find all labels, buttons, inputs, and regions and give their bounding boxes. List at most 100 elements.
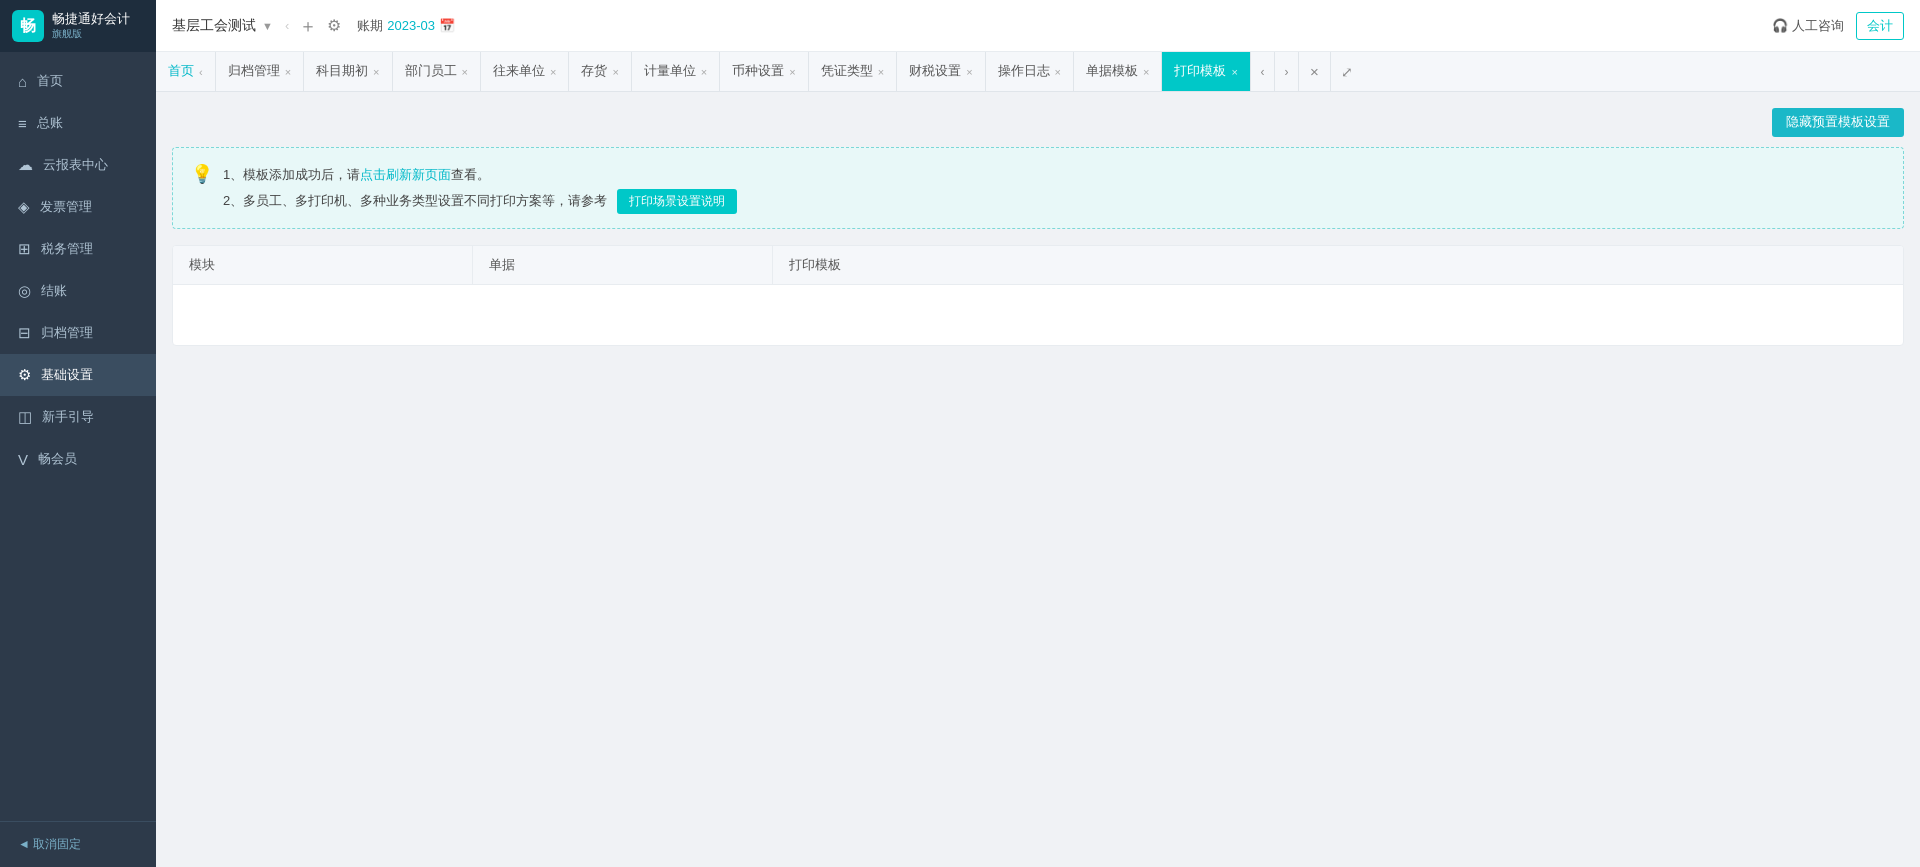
sidebar-item-label: 首页 [37,72,63,90]
tab-tax-set[interactable]: 财税设置 × [897,52,985,92]
col-document: 单据 [473,246,773,284]
tab-label: 币种设置 [732,63,784,80]
close-tab-inventory[interactable]: × [612,66,618,78]
tab-label: 归档管理 [228,63,280,80]
tab-label: 财税设置 [909,63,961,80]
col-print-template: 打印模板 [773,246,1903,284]
nav-back-icon: ‹ [285,18,289,33]
tab-currency[interactable]: 币种设置 × [720,52,808,92]
home-icon: ⌂ [18,73,27,90]
sidebar-item-invoice[interactable]: ◈ 发票管理 [0,186,156,228]
unpin-button[interactable]: ◄ 取消固定 [0,821,156,867]
add-tab-icon[interactable]: ＋ [299,14,317,38]
info-line2: 2、多员工、多打印机、多种业务类型设置不同打印方案等，请参考 打印场景设置说明 [223,188,737,214]
sidebar-nav: ⌂ 首页 ≡ 总账 ☁ 云报表中心 ◈ 发票管理 ⊞ 税务管理 ◎ 结账 ⊟ 归… [0,52,156,821]
sidebar-item-tax[interactable]: ⊞ 税务管理 [0,228,156,270]
app-edition: 旗舰版 [52,27,130,41]
sidebar-item-reports[interactable]: ☁ 云报表中心 [0,144,156,186]
tab-voucher[interactable]: 凭证类型 × [809,52,897,92]
sidebar-item-label: 云报表中心 [43,156,108,174]
service-label: 人工咨询 [1792,17,1844,35]
calendar-icon[interactable]: 📅 [439,18,455,33]
sidebar-item-label: 归档管理 [41,324,93,342]
table-body [173,285,1903,345]
tab-prev-button[interactable]: ‹ [1251,52,1275,92]
tab-label: 凭证类型 [821,63,873,80]
settings-gear-icon[interactable]: ⚙ [327,16,341,35]
close-tab-currency[interactable]: × [789,66,795,78]
archive-icon: ⊟ [18,324,31,342]
action-bar: 隐藏预置模板设置 [172,108,1904,137]
close-tab-tax[interactable]: × [966,66,972,78]
close-tab-dept[interactable]: × [462,66,468,78]
top-bar-actions: ‹ ＋ ⚙ [285,14,341,38]
main-content: 基层工会测试 ▼ ‹ ＋ ⚙ 账期 2023-03 📅 🎧 人工咨询 会计 首页… [156,0,1920,867]
tax-icon: ⊞ [18,240,31,258]
page-content: 隐藏预置模板设置 💡 1、模板添加成功后，请点击刷新新页面查看。 2、多员工、多… [156,92,1920,867]
sidebar-item-archive[interactable]: ⊟ 归档管理 [0,312,156,354]
sidebar-item-basic[interactable]: ⚙ 基础设置 [0,354,156,396]
sidebar-item-label: 基础设置 [41,366,93,384]
member-icon: V [18,451,28,468]
close-tab-unit[interactable]: × [701,66,707,78]
top-right-actions: 🎧 人工咨询 会计 [1772,12,1904,40]
tab-archive[interactable]: 归档管理 × [216,52,304,92]
nav-prev-icon[interactable]: ‹ [199,66,203,78]
sidebar-item-member[interactable]: V 畅会员 [0,438,156,480]
close-tab-archive[interactable]: × [285,66,291,78]
print-scene-button[interactable]: 打印场景设置说明 [617,189,737,214]
logo: 畅 畅捷通好会计 旗舰版 [0,0,156,52]
settings-icon: ⚙ [18,366,31,384]
tab-inventory[interactable]: 存货 × [569,52,631,92]
close-tab-print-tpl[interactable]: × [1231,66,1237,78]
service-button[interactable]: 🎧 人工咨询 [1772,17,1844,35]
tab-label: 首页 [168,63,194,80]
settlement-icon: ◎ [18,282,31,300]
table-header: 模块 单据 打印模板 [173,246,1903,285]
tab-subject[interactable]: 科目期初 × [304,52,392,92]
close-tab-oplog[interactable]: × [1055,66,1061,78]
sidebar-item-label: 畅会员 [38,450,77,468]
period-label: 账期 [357,17,383,35]
col-module: 模块 [173,246,473,284]
refresh-link[interactable]: 点击刷新新页面 [360,167,451,182]
data-table: 模块 单据 打印模板 [172,245,1904,346]
tab-partner[interactable]: 往来单位 × [481,52,569,92]
info-text: 1、模板添加成功后，请点击刷新新页面查看。 2、多员工、多打印机、多种业务类型设… [223,162,737,214]
sidebar-item-settlement[interactable]: ◎ 结账 [0,270,156,312]
sidebar-item-guide[interactable]: ◫ 新手引导 [0,396,156,438]
tab-label: 单据模板 [1086,63,1138,80]
info-line1: 1、模板添加成功后，请点击刷新新页面查看。 [223,162,737,188]
tab-label: 计量单位 [644,63,696,80]
close-tab-subject[interactable]: × [373,66,379,78]
tab-label: 部门员工 [405,63,457,80]
sidebar-item-label: 新手引导 [42,408,94,426]
hide-preview-button[interactable]: 隐藏预置模板设置 [1772,108,1904,137]
close-tab-partner[interactable]: × [550,66,556,78]
tab-home[interactable]: 首页 ‹ [156,52,216,92]
close-all-tabs-button[interactable]: × [1299,52,1331,92]
close-tab-voucher-tpl[interactable]: × [1143,66,1149,78]
tab-label: 存货 [581,63,607,80]
tab-label: 操作日志 [998,63,1050,80]
period-value[interactable]: 2023-03 [387,18,435,33]
close-tab-voucher[interactable]: × [878,66,884,78]
tab-next-button[interactable]: › [1275,52,1299,92]
guide-icon: ◫ [18,408,32,426]
sidebar-item-label: 发票管理 [40,198,92,216]
tab-label: 往来单位 [493,63,545,80]
company-dropdown-icon[interactable]: ▼ [262,20,273,32]
tab-print-tpl[interactable]: 打印模板 × [1162,52,1250,92]
kuaiji-button[interactable]: 会计 [1856,12,1904,40]
company-name[interactable]: 基层工会测试 [172,17,256,35]
tab-unit[interactable]: 计量单位 × [632,52,720,92]
sidebar-item-label: 结账 [41,282,67,300]
sidebar-item-label: 税务管理 [41,240,93,258]
sidebar-item-home[interactable]: ⌂ 首页 [0,60,156,102]
tab-voucher-tpl[interactable]: 单据模板 × [1074,52,1162,92]
sidebar-item-ledger[interactable]: ≡ 总账 [0,102,156,144]
tab-dept[interactable]: 部门员工 × [393,52,481,92]
tab-oplog[interactable]: 操作日志 × [986,52,1074,92]
logo-icon: 畅 [12,10,44,42]
expand-button[interactable]: ⤢ [1331,52,1363,92]
